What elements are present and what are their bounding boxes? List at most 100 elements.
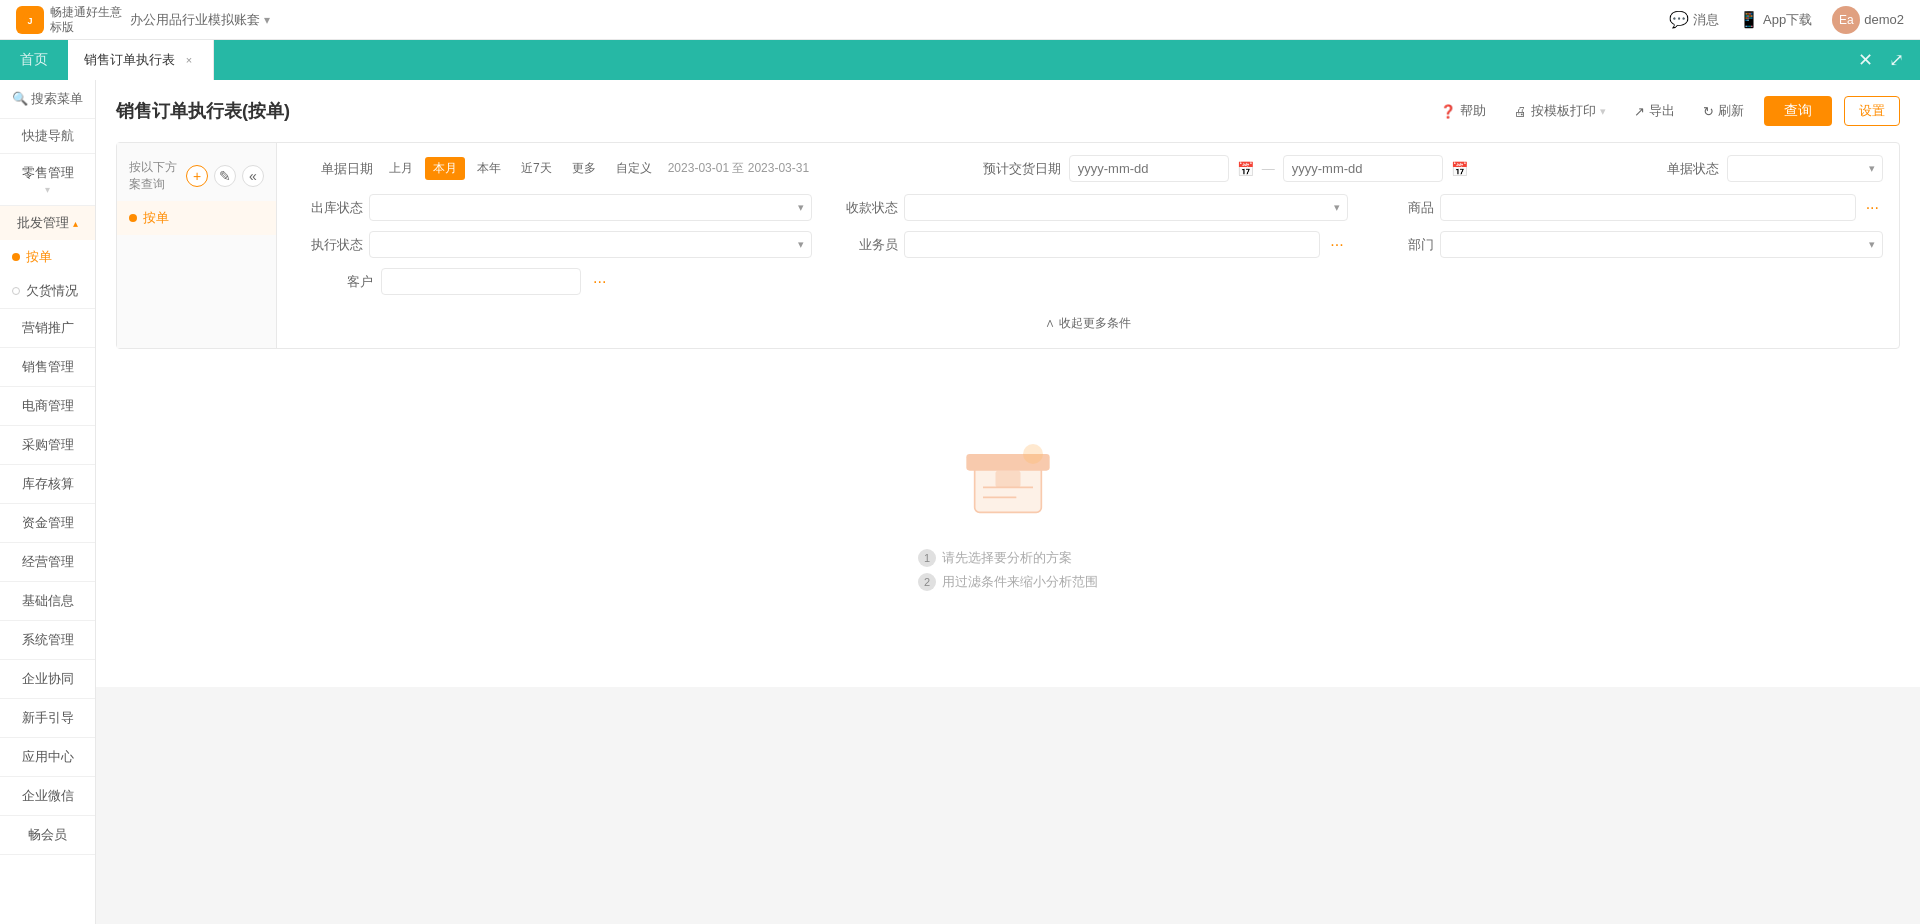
search-icon: 🔍 (12, 91, 28, 106)
sidebar-subitem-press[interactable]: 按单 (0, 240, 95, 274)
settings-btn[interactable]: 设置 (1844, 96, 1900, 126)
hint-2-text: 用过滤条件来缩小分析范围 (942, 573, 1098, 591)
calendar-start-icon[interactable]: 📅 (1237, 161, 1254, 177)
filter-area: 按以下方案查询 + ✎ « (116, 142, 1900, 349)
sidebar-item-member[interactable]: 畅会员 (0, 816, 95, 854)
window-close-btn[interactable]: ✕ (1854, 45, 1877, 75)
sidebar-item-marketing[interactable]: 营销推广 (0, 309, 95, 347)
filter-row-3: 执行状态 业务员 ··· (293, 231, 1883, 258)
scheme-item-press[interactable]: 按单 (117, 201, 276, 235)
window-expand-btn[interactable]: ⤢ (1885, 45, 1908, 75)
message-action[interactable]: 💬 消息 (1669, 10, 1719, 29)
sidebar-finance-section: 资金管理 (0, 504, 95, 543)
date-tab-7days[interactable]: 近7天 (513, 157, 560, 180)
sidebar-wechat-label: 企业微信 (22, 787, 74, 805)
help-btn[interactable]: ❓ 帮助 (1432, 98, 1494, 124)
sidebar-item-stock[interactable]: 库存核算 (0, 465, 95, 503)
sidebar-item-wechat[interactable]: 企业微信 (0, 777, 95, 815)
avatar: Ea (1832, 6, 1860, 34)
hint-1-text: 请先选择要分析的方案 (942, 549, 1072, 567)
sidebar-subitem-press-label: 按单 (26, 248, 52, 266)
tab-sales-order[interactable]: 销售订单执行表 × (68, 40, 214, 80)
refresh-btn[interactable]: ↻ 刷新 (1695, 98, 1752, 124)
status-select[interactable] (1727, 155, 1883, 182)
sidebar-quick-nav[interactable]: 快捷导航 (0, 119, 95, 154)
sidebar-item-guide[interactable]: 新手引导 (0, 699, 95, 737)
hint-2-num: 2 (918, 573, 936, 591)
sidebar-item-retail[interactable]: 零售管理 ▾ (0, 154, 95, 205)
top-header: J 畅捷通好生意 标版 办公用品行业模拟账套 ▾ 💬 消息 📱 App下载 Ea… (0, 0, 1920, 40)
delivery-select[interactable] (369, 194, 812, 221)
query-btn[interactable]: 查询 (1764, 96, 1832, 126)
expected-date-end[interactable] (1283, 155, 1443, 182)
add-scheme-btn[interactable]: + (186, 165, 208, 187)
nav-dropdown-icon[interactable]: ▾ (264, 13, 270, 27)
goods-input[interactable] (1440, 194, 1856, 221)
print-dropdown-icon: ▾ (1600, 105, 1606, 118)
sidebar-item-ops[interactable]: 经营管理 (0, 543, 95, 581)
collapse-conditions-btn[interactable]: ∧ 收起更多条件 (293, 307, 1883, 336)
date-tab-this-year[interactable]: 本年 (469, 157, 509, 180)
payment-select[interactable] (904, 194, 1347, 221)
template-print-btn[interactable]: 🖨 按模板打印 ▾ (1506, 98, 1614, 124)
sidebar-item-finance[interactable]: 资金管理 (0, 504, 95, 542)
chevron-up-icon: ▴ (73, 218, 78, 229)
sidebar-basic-label: 基础信息 (22, 592, 74, 610)
sidebar-item-appstore[interactable]: 应用中心 (0, 738, 95, 776)
sidebar-finance-label: 资金管理 (22, 514, 74, 532)
date-tab-last-month[interactable]: 上月 (381, 157, 421, 180)
help-icon: ❓ (1440, 104, 1456, 119)
sidebar-item-sales[interactable]: 销售管理 (0, 348, 95, 386)
date-tab-custom[interactable]: 自定义 (608, 157, 660, 180)
sidebar-wechat-section: 企业微信 (0, 777, 95, 816)
customer-input[interactable] (381, 268, 581, 295)
collapse-sidebar-btn[interactable]: « (242, 165, 264, 187)
sidebar-subitem-backorder[interactable]: 欠货情况 (0, 274, 95, 308)
empty-illustration (958, 429, 1058, 529)
sidebar-retail-label: 零售管理 (22, 164, 74, 182)
calendar-end-icon[interactable]: 📅 (1451, 161, 1468, 177)
date-tab-this-month[interactable]: 本月 (425, 157, 465, 180)
edit-scheme-btn[interactable]: ✎ (214, 165, 236, 187)
user-name: demo2 (1864, 12, 1904, 27)
sidebar-item-sys[interactable]: 系统管理 (0, 621, 95, 659)
goods-more-btn[interactable]: ··· (1862, 199, 1883, 217)
dept-select[interactable] (1440, 231, 1883, 258)
page-container: 销售订单执行表(按单) ❓ 帮助 🖨 按模板打印 ▾ ↗ 导出 (96, 80, 1920, 687)
svg-text:J: J (27, 16, 32, 26)
hint-1-num: 1 (918, 549, 936, 567)
sidebar-appstore-label: 应用中心 (22, 748, 74, 766)
expected-date-start[interactable] (1069, 155, 1229, 182)
sidebar-item-wholesale[interactable]: 批发管理 ▴ (0, 206, 95, 240)
sidebar-wholesale-section: 批发管理 ▴ 按单 欠货情况 (0, 206, 95, 309)
sidebar-item-collab[interactable]: 企业协同 (0, 660, 95, 698)
sidebar-item-basic[interactable]: 基础信息 (0, 582, 95, 620)
delivery-label: 出库状态 (293, 199, 363, 217)
app-download-action[interactable]: 📱 App下载 (1739, 10, 1812, 29)
filter-row-1: 单据日期 上月 本月 本年 近7天 更多 自定义 2023-03-01 至 20… (293, 155, 1883, 182)
filter-sidebar-header: 按以下方案查询 + ✎ « (117, 155, 276, 201)
salesman-more-btn[interactable]: ··· (1326, 236, 1347, 254)
exec-select[interactable] (369, 231, 812, 258)
sidebar-sys-label: 系统管理 (22, 631, 74, 649)
date-separator: — (1262, 161, 1275, 176)
salesman-input[interactable] (904, 231, 1320, 258)
empty-hint-2: 2 用过滤条件来缩小分析范围 (918, 573, 1098, 591)
sidebar-search[interactable]: 🔍 搜索菜单 (0, 80, 95, 119)
export-btn[interactable]: ↗ 导出 (1626, 98, 1683, 124)
logo-text: 畅捷通好生意 标版 (50, 5, 122, 34)
delivery-filter-cell: 出库状态 (293, 194, 812, 221)
nav-title[interactable]: 办公用品行业模拟账套 ▾ (130, 11, 270, 29)
tab-close-icon[interactable]: × (181, 52, 197, 68)
user-area[interactable]: Ea demo2 (1832, 6, 1904, 34)
date-tab-more[interactable]: 更多 (564, 157, 604, 180)
collapse-arrow-icon: ∧ (1045, 316, 1055, 330)
sidebar-sys-section: 系统管理 (0, 621, 95, 660)
add-scheme-icon: + (193, 168, 201, 184)
sidebar-item-purchase[interactable]: 采购管理 (0, 426, 95, 464)
empty-state: 1 请先选择要分析的方案 2 用过滤条件来缩小分析范围 (116, 349, 1900, 671)
tab-home[interactable]: 首页 (0, 40, 68, 80)
customer-more-btn[interactable]: ··· (589, 273, 610, 291)
sidebar-item-ecom[interactable]: 电商管理 (0, 387, 95, 425)
collapse-text: 收起更多条件 (1059, 316, 1131, 330)
